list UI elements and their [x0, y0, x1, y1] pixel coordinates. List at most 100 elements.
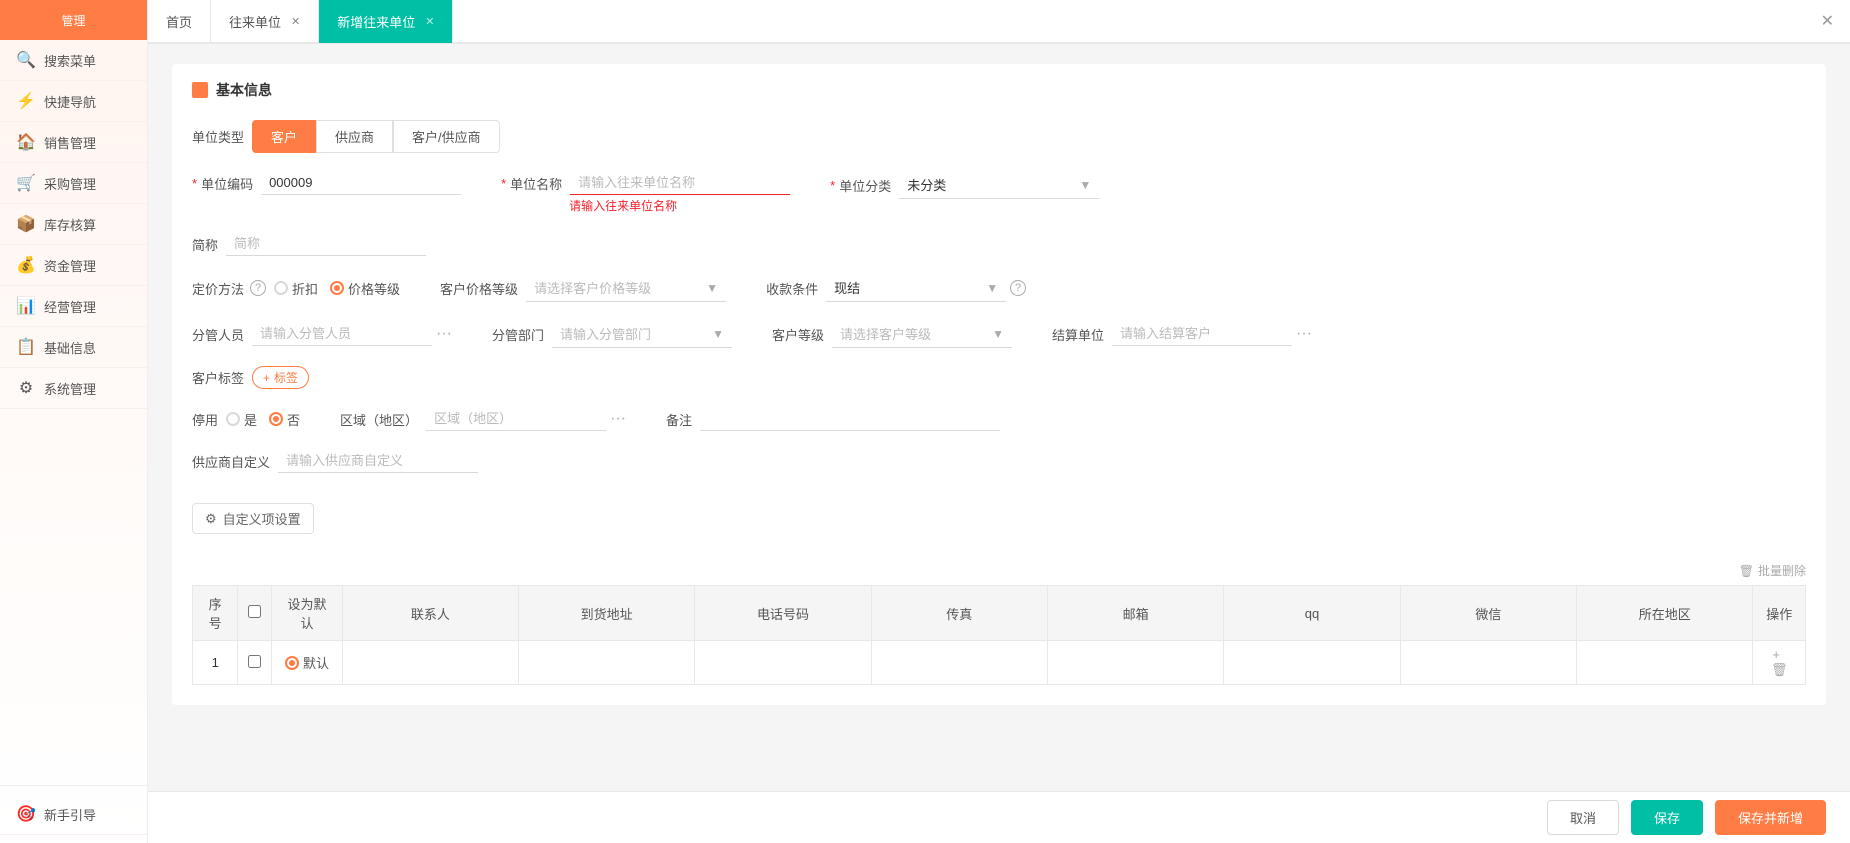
region-input[interactable]: [426, 407, 606, 431]
chevron-down-icon2: ▼: [706, 281, 718, 295]
sidebar-item-inventory[interactable]: 📦 库存核算: [0, 204, 147, 245]
batch-delete-button[interactable]: 🗑 批量删除: [1739, 562, 1806, 579]
supplier-custom-row: 供应商自定义: [192, 449, 1806, 473]
settlement-unit-input[interactable]: [1112, 322, 1292, 346]
row-contact[interactable]: [342, 641, 518, 685]
unit-name-input[interactable]: [570, 171, 790, 195]
cancel-button[interactable]: 取消: [1547, 800, 1619, 835]
sidebar-item-search[interactable]: 🔍 搜索菜单: [0, 40, 147, 81]
row-default-radio[interactable]: [285, 656, 299, 670]
remark-label: 备注: [666, 410, 692, 429]
sidebar-item-basic[interactable]: 📋 基础信息: [0, 327, 147, 368]
manager-input[interactable]: [252, 322, 432, 346]
select-all-checkbox[interactable]: [248, 605, 261, 618]
chart-icon: 📊: [16, 296, 36, 316]
tab-partner-list-close[interactable]: ✕: [291, 15, 300, 28]
pricing-help-icon[interactable]: ?: [250, 280, 266, 296]
payment-terms-select[interactable]: 现结 ▼: [826, 274, 1006, 302]
save-and-new-button[interactable]: 保存并新增: [1715, 800, 1826, 835]
payment-terms-label: 收款条件: [766, 279, 818, 298]
home-icon: 🏠: [16, 132, 36, 152]
pricing-level-option[interactable]: 价格等级: [330, 279, 400, 298]
row-area-input[interactable]: [1587, 655, 1742, 670]
row-wechat[interactable]: [1400, 641, 1576, 685]
sidebar-item-label: 采购管理: [44, 174, 96, 193]
tab-new-partner-close[interactable]: ✕: [425, 15, 434, 28]
disabled-label: 停用: [192, 410, 218, 429]
sidebar-item-operations[interactable]: 📊 经营管理: [0, 286, 147, 327]
box-icon: 📦: [16, 214, 36, 234]
row-address-input[interactable]: [529, 655, 684, 670]
row-phone-input[interactable]: [705, 655, 860, 670]
row-area[interactable]: [1577, 641, 1753, 685]
row-email[interactable]: [1047, 641, 1223, 685]
sidebar-item-purchase[interactable]: 🛒 采购管理: [0, 163, 147, 204]
row-qq-input[interactable]: [1234, 655, 1390, 670]
row-contact-input[interactable]: [353, 655, 508, 670]
supplier-custom-field: 供应商自定义: [192, 449, 478, 473]
disabled-yes-radio[interactable]: [226, 412, 240, 426]
unit-name-label: * 单位名称: [501, 174, 562, 193]
discount-radio[interactable]: [274, 281, 288, 295]
payment-help-icon[interactable]: ?: [1010, 280, 1026, 296]
sidebar-item-system[interactable]: ⚙ 系统管理: [0, 368, 147, 409]
sidebar-item-label: 基础信息: [44, 338, 96, 357]
col-email: 邮箱: [1047, 586, 1223, 641]
sidebar-logo: 管理: [0, 0, 147, 40]
short-name-input[interactable]: [226, 232, 426, 256]
row-fax[interactable]: [871, 641, 1047, 685]
remark-input[interactable]: [700, 407, 1000, 431]
row-checkbox[interactable]: [248, 655, 261, 668]
tab-home[interactable]: 首页: [148, 0, 211, 43]
level-radio[interactable]: [330, 281, 344, 295]
row-fax-input[interactable]: [882, 655, 1037, 670]
supplier-custom-input[interactable]: [278, 449, 478, 473]
pricing-discount-option[interactable]: 折扣: [274, 279, 318, 298]
unit-type-customer-btn[interactable]: 客户: [252, 120, 316, 153]
unit-category-value: 未分类: [907, 175, 1075, 194]
close-all-tabs[interactable]: ✕: [1805, 11, 1850, 31]
row-wechat-input[interactable]: [1411, 655, 1566, 670]
unit-category-select[interactable]: 未分类 ▼: [899, 171, 1099, 199]
row-default-option[interactable]: 默认: [285, 653, 329, 672]
customer-level-label: 客户等级: [772, 325, 824, 344]
disabled-yes-option[interactable]: 是: [226, 410, 257, 429]
unit-code-input[interactable]: [261, 171, 461, 195]
save-button[interactable]: 保存: [1631, 800, 1703, 835]
row-email-input[interactable]: [1058, 655, 1213, 670]
sidebar-item-finance[interactable]: 💰 资金管理: [0, 245, 147, 286]
tab-new-partner[interactable]: 新增往来单位 ✕: [319, 0, 453, 43]
disabled-no-radio[interactable]: [269, 412, 283, 426]
disabled-radio-group: 是 否: [226, 410, 300, 429]
sidebar-item-label: 新手引导: [44, 805, 96, 824]
row-address[interactable]: [519, 641, 695, 685]
manager-more-icon[interactable]: ···: [436, 325, 452, 343]
unit-type-both-btn[interactable]: 客户/供应商: [393, 120, 500, 153]
customer-level-select[interactable]: 请选择客户等级 ▼: [832, 320, 1012, 348]
sidebar-item-quick-nav[interactable]: ⚡ 快捷导航: [0, 81, 147, 122]
unit-type-field: 单位类型 客户 供应商 客户/供应商: [192, 120, 500, 153]
unit-type-supplier-btn[interactable]: 供应商: [316, 120, 393, 153]
add-tag-button[interactable]: + 标签: [252, 366, 309, 389]
short-name-label: 简称: [192, 235, 218, 254]
manager-field: 分管人员 ···: [192, 322, 452, 346]
add-row-icon[interactable]: +: [1772, 647, 1780, 662]
settlement-unit-label: 结算单位: [1052, 325, 1104, 344]
region-more-icon[interactable]: ···: [610, 410, 626, 428]
tab-new-partner-label: 新增往来单位: [337, 12, 415, 31]
department-select[interactable]: 请输入分管部门 ▼: [552, 320, 732, 348]
customer-price-level-select[interactable]: 请选择客户价格等级 ▼: [526, 274, 726, 302]
tab-bar: 首页 往来单位 ✕ 新增往来单位 ✕ ✕: [148, 0, 1850, 44]
tab-partner-list[interactable]: 往来单位 ✕: [211, 0, 319, 43]
settlement-more-icon[interactable]: ···: [1296, 325, 1312, 343]
sidebar-item-guide[interactable]: 🎯 新手引导: [0, 794, 147, 835]
row-default-radio-group: 默认: [282, 653, 331, 672]
row-qq[interactable]: [1224, 641, 1401, 685]
money-icon: 💰: [16, 255, 36, 275]
disabled-no-option[interactable]: 否: [269, 410, 300, 429]
delete-row-icon[interactable]: 🗑: [1771, 662, 1788, 677]
row-phone[interactable]: [695, 641, 871, 685]
custom-settings-button[interactable]: ⚙ 自定义项设置: [192, 503, 314, 534]
add-tag-label: 标签: [274, 369, 298, 386]
sidebar-item-sales[interactable]: 🏠 销售管理: [0, 122, 147, 163]
